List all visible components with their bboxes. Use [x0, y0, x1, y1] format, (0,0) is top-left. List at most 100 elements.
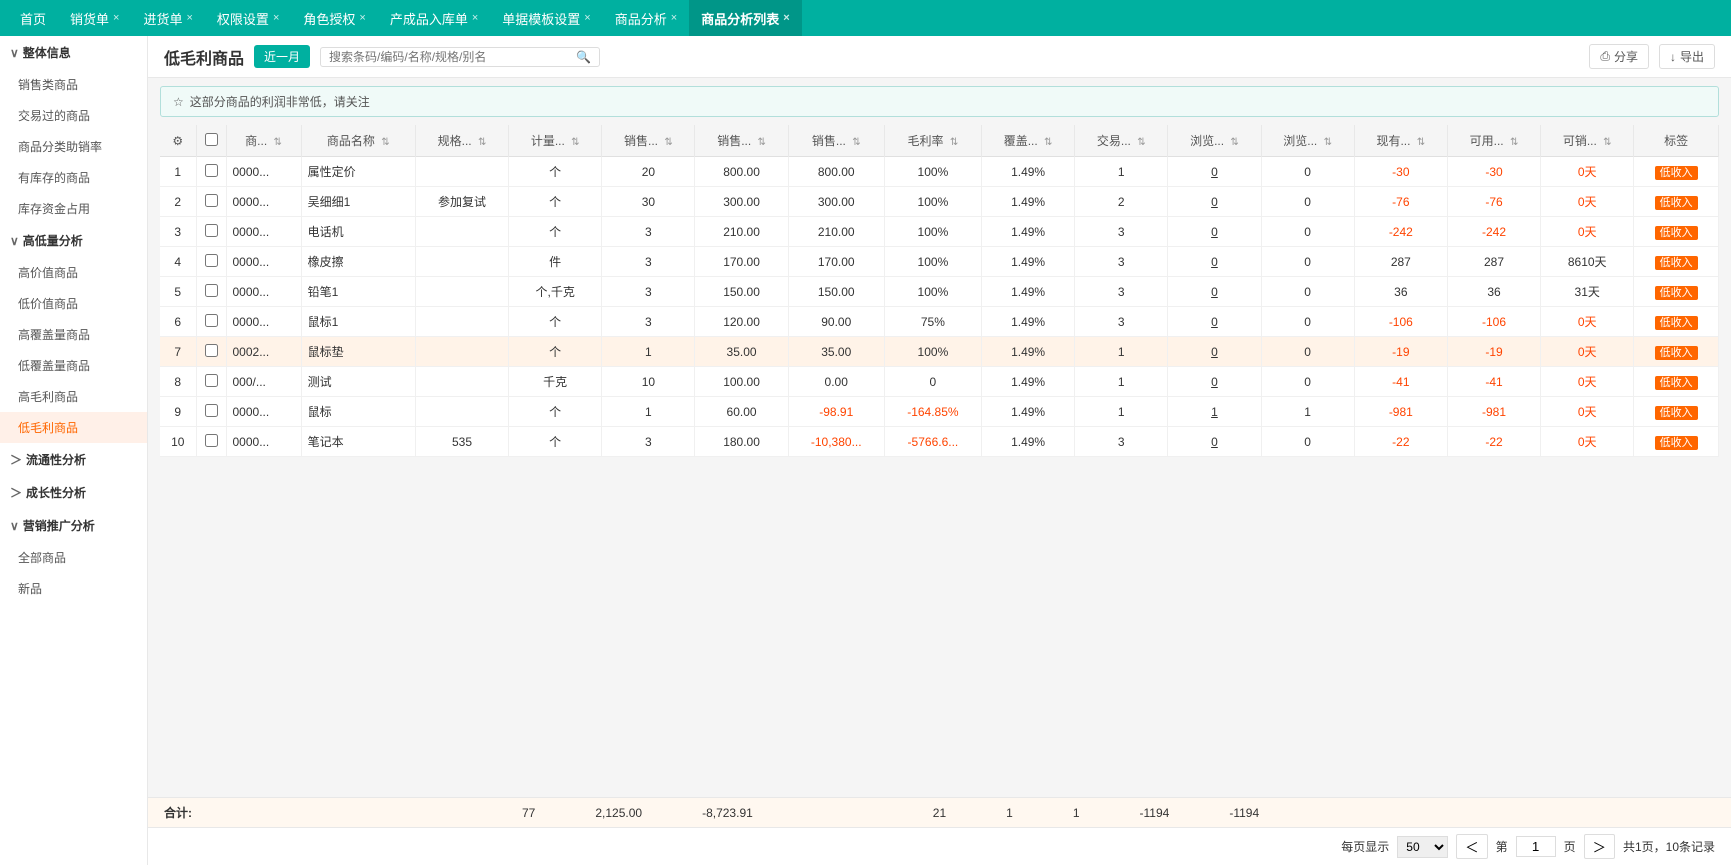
sidebar-item-new-products[interactable]: 新品 — [0, 573, 147, 604]
nav-product-in-close[interactable]: × — [472, 12, 478, 24]
col-settings[interactable]: ⚙ — [160, 125, 196, 157]
row-checkbox[interactable] — [205, 224, 218, 237]
row-checkbox[interactable] — [205, 434, 218, 447]
search-input[interactable] — [329, 50, 576, 64]
row-checkbox[interactable] — [205, 164, 218, 177]
row-spec: 参加复试 — [415, 187, 508, 217]
nav-product-analysis-list-close[interactable]: × — [783, 12, 789, 24]
col-unit[interactable]: 计量... ⇅ — [509, 125, 602, 157]
table-area: ⚙ 商... ⇅ 商品名称 ⇅ 规格... ⇅ 计量... ⇅ 销售... ⇅ … — [148, 125, 1731, 797]
row-checkbox[interactable] — [205, 284, 218, 297]
row-checkbox[interactable] — [205, 314, 218, 327]
sidebar-item-low-value[interactable]: 低价值商品 — [0, 288, 147, 319]
col-current-stock[interactable]: 现有... ⇅ — [1354, 125, 1447, 157]
nav-home[interactable]: 首页 — [8, 0, 58, 36]
col-sales-profit[interactable]: 销售... ⇅ — [788, 125, 884, 157]
sidebar-item-low-margin[interactable]: 低毛利商品 — [0, 412, 147, 443]
filter-recent-btn[interactable]: 近一月 — [254, 45, 310, 68]
row-sales-amount: 210.00 — [695, 217, 788, 247]
row-view1[interactable]: 0 — [1168, 247, 1261, 277]
nav-product-in[interactable]: 产成品入库单 × — [378, 0, 490, 36]
sidebar-section-flow[interactable]: ＞ 流通性分析 — [0, 443, 147, 476]
row-checkbox[interactable] — [205, 404, 218, 417]
row-current: -242 — [1354, 217, 1447, 247]
col-name[interactable]: 商品名称 ⇅ — [301, 125, 415, 157]
nav-sales-close[interactable]: × — [113, 12, 119, 24]
nav-role[interactable]: 角色授权 × — [291, 0, 377, 36]
nav-role-close[interactable]: × — [359, 12, 365, 24]
nav-product-analysis-close[interactable]: × — [671, 12, 677, 24]
sidebar-item-traded-products[interactable]: 交易过的商品 — [0, 100, 147, 131]
col-code[interactable]: 商... ⇅ — [226, 125, 301, 157]
col-sales-amount[interactable]: 销售... ⇅ — [695, 125, 788, 157]
sidebar-item-high-value[interactable]: 高价值商品 — [0, 257, 147, 288]
row-checkbox[interactable] — [205, 374, 218, 387]
row-current: 287 — [1354, 247, 1447, 277]
page-number-input[interactable] — [1516, 836, 1556, 857]
row-view1[interactable]: 0 — [1168, 187, 1261, 217]
sidebar-section-overview[interactable]: ∨ 整体信息 — [0, 36, 147, 69]
search-box: 🔍 — [320, 47, 600, 67]
row-checkbox[interactable] — [205, 194, 218, 207]
sidebar-item-high-margin[interactable]: 高毛利商品 — [0, 381, 147, 412]
col-coverage[interactable]: 覆盖... ⇅ — [981, 125, 1074, 157]
sidebar-item-sales-products[interactable]: 销售类商品 — [0, 69, 147, 100]
per-page-label: 每页显示 — [1341, 838, 1389, 855]
row-checkbox[interactable] — [205, 254, 218, 267]
row-view1[interactable]: 0 — [1168, 217, 1261, 247]
nav-product-analysis[interactable]: 商品分析 × — [603, 0, 689, 36]
row-spec — [415, 277, 508, 307]
col-spec[interactable]: 规格... ⇅ — [415, 125, 508, 157]
sidebar-item-category-rate[interactable]: 商品分类助销率 — [0, 131, 147, 162]
row-sales-qty: 30 — [602, 187, 695, 217]
nav-template[interactable]: 单据模板设置 × — [490, 0, 602, 36]
sidebar-item-in-stock[interactable]: 有库存的商品 — [0, 162, 147, 193]
nav-template-close[interactable]: × — [584, 12, 590, 24]
row-view1[interactable]: 0 — [1168, 337, 1261, 367]
sidebar-section-growth[interactable]: ＞ 成长性分析 — [0, 476, 147, 509]
row-unit: 个 — [509, 427, 602, 457]
col-trade[interactable]: 交易... ⇅ — [1075, 125, 1168, 157]
sidebar-section-marketing[interactable]: ∨ 营销推广分析 — [0, 509, 147, 542]
row-view1[interactable]: 0 — [1168, 277, 1261, 307]
search-icon[interactable]: 🔍 — [576, 50, 591, 64]
select-all-checkbox[interactable] — [205, 133, 218, 146]
col-available[interactable]: 可用... ⇅ — [1447, 125, 1540, 157]
share-button[interactable]: ⎙ 分享 — [1589, 44, 1649, 69]
row-checkbox[interactable] — [205, 344, 218, 357]
nav-purchase[interactable]: 进货单 × — [131, 0, 204, 36]
col-sales-qty[interactable]: 销售... ⇅ — [602, 125, 695, 157]
col-sellable[interactable]: 可销... ⇅ — [1541, 125, 1634, 157]
col-checkbox[interactable] — [196, 125, 226, 157]
row-gross-rate: 100% — [884, 187, 981, 217]
row-view1[interactable]: 0 — [1168, 367, 1261, 397]
sidebar-item-stock-capital[interactable]: 库存资金占用 — [0, 193, 147, 224]
sidebar-section-highlow[interactable]: ∨ 高低量分析 — [0, 224, 147, 257]
col-gross-rate[interactable]: 毛利率 ⇅ — [884, 125, 981, 157]
nav-purchase-close[interactable]: × — [186, 12, 192, 24]
nav-product-analysis-list[interactable]: 商品分析列表 × — [689, 0, 801, 36]
row-current: -41 — [1354, 367, 1447, 397]
export-icon: ↓ — [1670, 50, 1676, 64]
nav-permission[interactable]: 权限设置 × — [205, 0, 291, 36]
prev-page-btn[interactable]: ＜ — [1456, 834, 1487, 859]
row-coverage: 1.49% — [981, 307, 1074, 337]
collapse-arrow-flow: ＞ — [10, 451, 22, 468]
col-view1[interactable]: 浏览... ⇅ — [1168, 125, 1261, 157]
row-gross-rate: 100% — [884, 277, 981, 307]
row-view1[interactable]: 0 — [1168, 307, 1261, 337]
col-view2[interactable]: 浏览... ⇅ — [1261, 125, 1354, 157]
row-view1[interactable]: 0 — [1168, 157, 1261, 187]
nav-sales[interactable]: 销货单 × — [58, 0, 131, 36]
row-sellable: 8610天 — [1541, 247, 1634, 277]
sidebar-item-all-products[interactable]: 全部商品 — [0, 542, 147, 573]
sidebar-item-high-coverage[interactable]: 高覆盖量商品 — [0, 319, 147, 350]
sidebar-item-low-coverage[interactable]: 低覆盖量商品 — [0, 350, 147, 381]
per-page-select[interactable]: 50 100 200 — [1397, 836, 1448, 858]
row-view1[interactable]: 0 — [1168, 427, 1261, 457]
export-button[interactable]: ↓ 导出 — [1659, 44, 1715, 69]
row-gross-rate: -5766.6... — [884, 427, 981, 457]
nav-permission-close[interactable]: × — [273, 12, 279, 24]
next-page-btn[interactable]: ＞ — [1584, 834, 1615, 859]
row-view1[interactable]: 1 — [1168, 397, 1261, 427]
